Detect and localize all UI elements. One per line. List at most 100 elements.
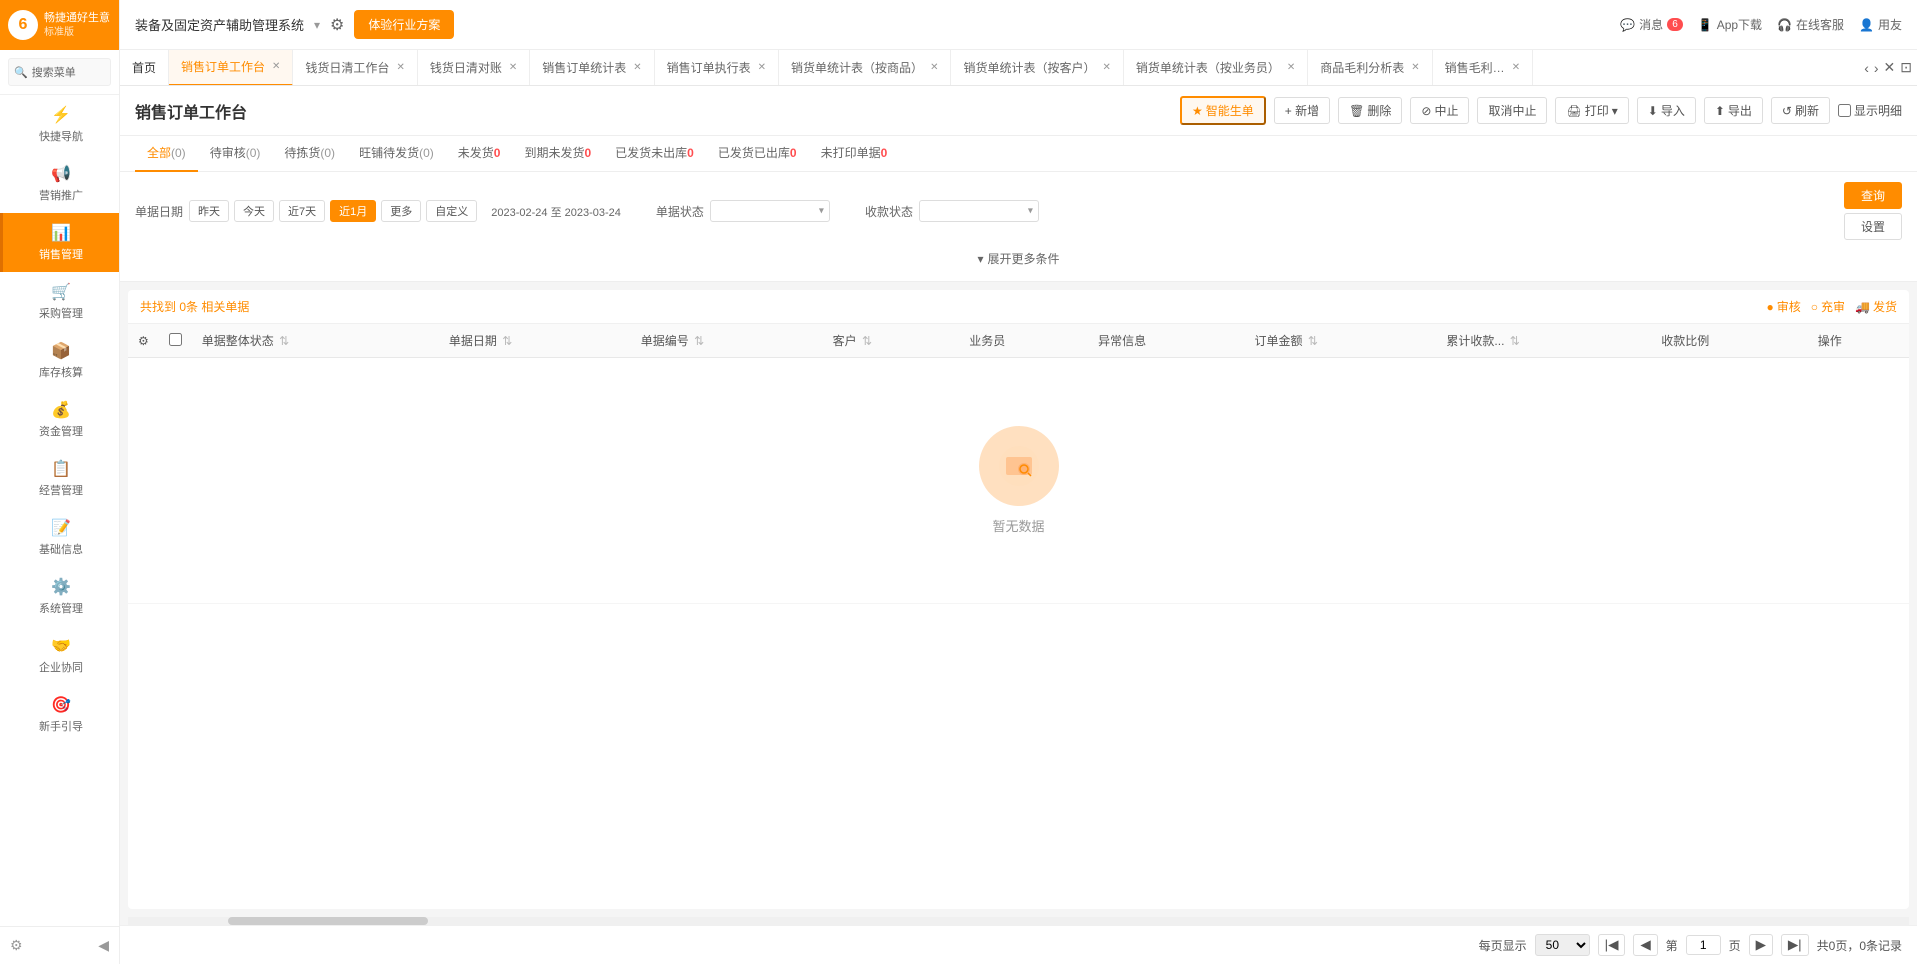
tab-close-sales-exec[interactable]: ✕ [758, 62, 766, 73]
user-button[interactable]: 👤 用友 [1859, 16, 1902, 33]
current-page-input[interactable] [1686, 935, 1721, 955]
page-actions: ★ 智能生单 + 新增 🗑 删除 ⊘ 中止 取消中止 🖨 打印 [1180, 96, 1902, 125]
sidebar-item-sales[interactable]: 📊 销售管理 [0, 213, 119, 272]
sidebar-item-operations[interactable]: 📋 经营管理 [0, 449, 119, 508]
status-select[interactable] [710, 200, 830, 222]
th-exception: 异常信息 [1088, 324, 1244, 358]
date-more[interactable]: 更多 [381, 200, 421, 222]
sub-tab-pending-review[interactable]: 待审核(0) [198, 136, 273, 172]
sidebar-item-guide[interactable]: 🎯 新手引导 [0, 685, 119, 744]
date-today[interactable]: 今天 [234, 200, 274, 222]
user-icon: 👤 [1859, 18, 1874, 32]
sales-icon: 📊 [51, 223, 71, 243]
date-1month[interactable]: 近1月 [330, 200, 376, 222]
sub-tab-pending-pick[interactable]: 待拣货(0) [272, 136, 347, 172]
tab-close-sales-stats[interactable]: ✕ [633, 62, 641, 73]
collapse-button[interactable]: ◀ [98, 937, 109, 954]
tab-goods-stats[interactable]: 销货单统计表（按商品） ✕ [779, 50, 951, 86]
print-icon: 🖨 [1566, 104, 1581, 118]
date-7days[interactable]: 近7天 [279, 200, 325, 222]
tab-close-all-button[interactable]: ✕ [1884, 59, 1896, 76]
unreview-button[interactable]: ○ 充审 [1811, 298, 1845, 315]
smart-generate-button[interactable]: ★ 智能生单 [1180, 96, 1266, 125]
review-button[interactable]: ● 审核 [1767, 298, 1801, 315]
stop-button[interactable]: ⊘ 中止 [1410, 97, 1469, 124]
online-service-button[interactable]: 🎧 在线客服 [1777, 16, 1844, 33]
tab-close-sales-workbench[interactable]: ✕ [272, 61, 280, 72]
sub-tab-not-shipped[interactable]: 未发货0 [446, 136, 513, 172]
tab-close-goods-stats[interactable]: ✕ [930, 62, 938, 73]
sub-tab-shipped-out[interactable]: 已发货已出库0 [706, 136, 809, 172]
ship-button[interactable]: 🚚 发货 [1855, 298, 1897, 315]
export-button[interactable]: ⬆ 导出 [1704, 97, 1763, 124]
count-value: 0条 [179, 300, 198, 314]
tab-expand-button[interactable]: ⊡ [1900, 59, 1912, 76]
top-header: 装备及固定资产辅助管理系统 ▾ ⚙ 体验行业方案 💬 消息 6 📱 App下载 … [120, 0, 1917, 50]
next-page-button[interactable]: ▶ [1749, 934, 1773, 956]
tab-margin-analysis[interactable]: 商品毛利分析表 ✕ [1308, 50, 1432, 86]
sidebar-item-enterprise[interactable]: 🤝 企业协同 [0, 626, 119, 685]
page-size-select[interactable]: 50 10 20 100 [1535, 934, 1590, 956]
refresh-button[interactable]: ↺ 刷新 [1771, 97, 1830, 124]
sidebar-item-system[interactable]: ⚙️ 系统管理 [0, 567, 119, 626]
last-page-button[interactable]: ▶| [1781, 934, 1809, 956]
content-area: 销售订单工作台 ★ 智能生单 + 新增 🗑 删除 ⊘ 中止 取消中止 [120, 86, 1917, 964]
select-all-checkbox[interactable] [169, 333, 182, 346]
tab-close-cash-daily[interactable]: ✕ [396, 62, 404, 73]
app-download-button[interactable]: 📱 App下载 [1698, 16, 1762, 33]
add-button[interactable]: + 新增 [1274, 97, 1330, 124]
sub-tab-overdue-not-shipped[interactable]: 到期未发货0 [512, 136, 603, 172]
table-empty-row: 暂无数据 [128, 358, 1909, 604]
first-page-button[interactable]: |◀ [1598, 934, 1626, 956]
tab-sales-margin[interactable]: 销售毛利… ✕ [1433, 50, 1533, 86]
tab-cash-daily[interactable]: 钱货日清工作台 ✕ [293, 50, 417, 86]
header-right: 💬 消息 6 📱 App下载 🎧 在线客服 👤 用友 [1620, 16, 1902, 33]
tab-close-customer-stats[interactable]: ✕ [1102, 62, 1110, 73]
sub-tab-wangpu-ship[interactable]: 旺铺待发货(0) [347, 136, 446, 172]
settings-bottom-button[interactable]: ⚙ [10, 937, 23, 954]
tab-sales-stats[interactable]: 销售订单统计表 ✕ [530, 50, 654, 86]
tab-close-sales-margin[interactable]: ✕ [1512, 62, 1520, 73]
tab-salesman-stats[interactable]: 销货单统计表（按业务员） ✕ [1124, 50, 1308, 86]
trial-button[interactable]: 体验行业方案 [354, 10, 454, 39]
query-button[interactable]: 查询 [1844, 182, 1902, 209]
message-button[interactable]: 💬 消息 6 [1620, 16, 1683, 33]
settings-button[interactable]: 设置 [1844, 213, 1902, 240]
header-dropdown-arrow[interactable]: ▾ [314, 18, 320, 32]
tab-sales-workbench[interactable]: 销售订单工作台 ✕ [169, 50, 293, 86]
tab-sales-exec[interactable]: 销售订单执行表 ✕ [655, 50, 779, 86]
tab-close-salesman-stats[interactable]: ✕ [1287, 62, 1295, 73]
tab-prev-button[interactable]: ‹ [1864, 60, 1869, 76]
date-yesterday[interactable]: 昨天 [189, 200, 229, 222]
sub-tab-unprinted[interactable]: 未打印单据0 [809, 136, 900, 172]
show-detail-checkbox[interactable]: 显示明细 [1838, 102, 1902, 119]
tab-reconciliation[interactable]: 钱货日清对账 ✕ [418, 50, 530, 86]
tab-close-reconciliation[interactable]: ✕ [509, 62, 517, 73]
payment-select[interactable] [919, 200, 1039, 222]
sidebar-item-marketing[interactable]: 📢 营销推广 [0, 154, 119, 213]
sidebar-item-purchase[interactable]: 🛒 采购管理 [0, 272, 119, 331]
cancel-stop-button[interactable]: 取消中止 [1477, 97, 1547, 124]
sidebar-item-basic-info[interactable]: 📝 基础信息 [0, 508, 119, 567]
import-button[interactable]: ⬇ 导入 [1637, 97, 1696, 124]
sidebar-item-finance[interactable]: 💰 资金管理 [0, 390, 119, 449]
scroll-thumb[interactable] [228, 917, 428, 925]
show-detail-input[interactable] [1838, 104, 1851, 117]
sub-tab-shipped-not-out[interactable]: 已发货未出库0 [603, 136, 706, 172]
horizontal-scrollbar[interactable] [128, 917, 1909, 925]
print-button[interactable]: 🖨 打印 ▾ [1555, 97, 1628, 124]
date-custom[interactable]: 自定义 [426, 200, 477, 222]
tab-close-margin-analysis[interactable]: ✕ [1411, 62, 1419, 73]
expand-filters-button[interactable]: ▾ 展开更多条件 [969, 246, 1067, 271]
sidebar-item-inventory[interactable]: 📦 库存核算 [0, 331, 119, 390]
search-menu-button[interactable]: 🔍 搜索菜单 [8, 58, 111, 86]
delete-button[interactable]: 🗑 删除 [1338, 97, 1402, 124]
sort-received-icon: ⇅ [1510, 334, 1520, 348]
sub-tab-all[interactable]: 全部(0) [135, 136, 198, 172]
tab-home[interactable]: 首页 [120, 50, 169, 86]
tab-customer-stats[interactable]: 销货单统计表（按客户） ✕ [951, 50, 1123, 86]
sidebar-item-quick-nav[interactable]: ⚡ 快捷导航 [0, 95, 119, 154]
header-settings-icon[interactable]: ⚙ [330, 15, 344, 35]
tab-next-button[interactable]: › [1874, 60, 1879, 76]
prev-page-button[interactable]: ◀ [1633, 934, 1657, 956]
